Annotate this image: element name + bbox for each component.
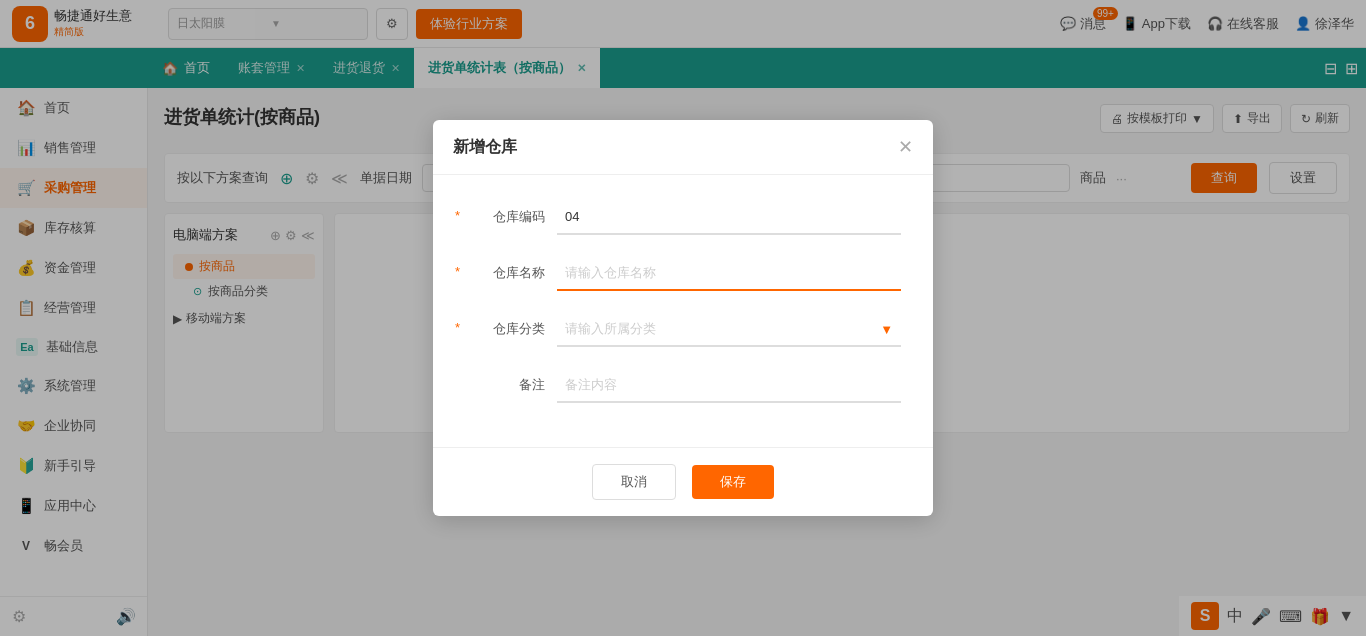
warehouse-category-row: 仓库分类 请输入所属分类 ▼ [465,311,901,347]
warehouse-name-row: 仓库名称 [465,255,901,291]
warehouse-code-row: 仓库编码 [465,199,901,235]
warehouse-category-select[interactable]: 请输入所属分类 [557,311,901,347]
add-warehouse-modal: 新增仓库 ✕ 仓库编码 仓库名称 仓库分类 请输入所属分类 ▼ [433,120,933,516]
warehouse-code-label: 仓库编码 [465,208,545,226]
save-button[interactable]: 保存 [692,465,774,499]
modal-header: 新增仓库 ✕ [433,120,933,175]
note-row: 备注 [465,367,901,403]
warehouse-name-input[interactable] [557,255,901,291]
warehouse-category-select-wrap: 请输入所属分类 ▼ [557,311,901,347]
note-input[interactable] [557,367,901,403]
modal-close-button[interactable]: ✕ [898,136,913,158]
cancel-button[interactable]: 取消 [592,464,676,500]
modal-backdrop: 新增仓库 ✕ 仓库编码 仓库名称 仓库分类 请输入所属分类 ▼ [0,0,1366,636]
warehouse-name-label: 仓库名称 [465,264,545,282]
warehouse-category-label: 仓库分类 [465,320,545,338]
modal-body: 仓库编码 仓库名称 仓库分类 请输入所属分类 ▼ 备注 [433,175,933,447]
warehouse-code-input[interactable] [557,199,901,235]
modal-title: 新增仓库 [453,137,517,158]
note-label: 备注 [465,376,545,394]
modal-footer: 取消 保存 [433,447,933,516]
